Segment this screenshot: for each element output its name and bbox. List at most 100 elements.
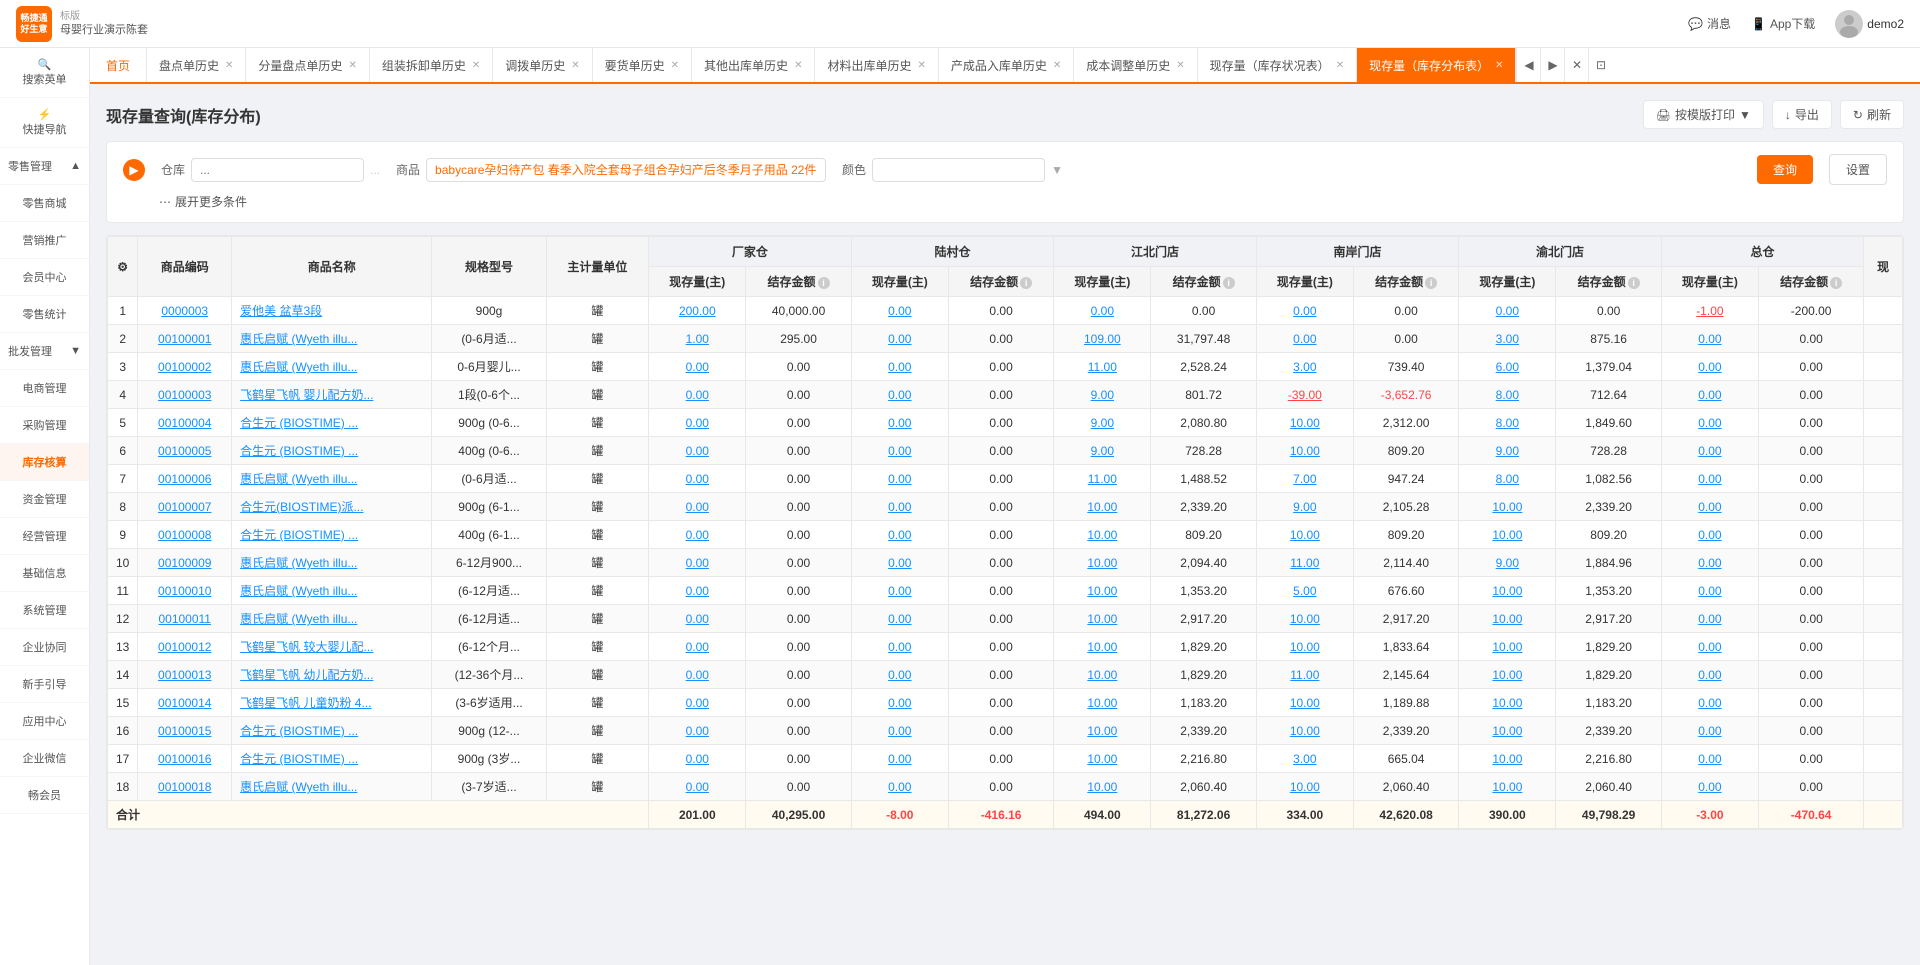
tab-assemble[interactable]: 组装拆卸单历史 ✕ — [370, 48, 493, 83]
row-code[interactable]: 00100009 — [138, 549, 232, 577]
goods-input[interactable] — [426, 158, 826, 182]
refresh-btn[interactable]: ↻ 刷新 — [1840, 100, 1904, 129]
sidebar-item-retail-mall[interactable]: 零售商城 — [0, 185, 89, 222]
row-f-qty[interactable]: 0.00 — [649, 633, 746, 661]
row-t-qty[interactable]: 0.00 — [1661, 633, 1758, 661]
row-l-qty[interactable]: 0.00 — [851, 297, 948, 325]
row-code[interactable]: 00100016 — [138, 745, 232, 773]
row-name[interactable]: 飞鹤星飞帆 婴儿配方奶... — [232, 381, 432, 409]
row-t-qty[interactable]: 0.00 — [1661, 549, 1758, 577]
row-n-qty[interactable]: 10.00 — [1256, 521, 1353, 549]
row-y-qty[interactable]: 8.00 — [1459, 465, 1556, 493]
row-f-qty[interactable]: 0.00 — [649, 521, 746, 549]
row-j-qty[interactable]: 0.00 — [1054, 297, 1151, 325]
message-btn[interactable]: 💬 消息 — [1688, 15, 1731, 32]
y-amt-info-icon[interactable]: i — [1628, 277, 1640, 289]
print-btn[interactable]: 🖨 按模版打印 ▼ — [1643, 100, 1764, 129]
sidebar-item-marketing[interactable]: 营销推广 — [0, 222, 89, 259]
row-j-qty[interactable]: 10.00 — [1054, 521, 1151, 549]
row-j-qty[interactable]: 10.00 — [1054, 661, 1151, 689]
row-l-qty[interactable]: 0.00 — [851, 409, 948, 437]
row-code[interactable]: 00100004 — [138, 409, 232, 437]
row-l-qty[interactable]: 0.00 — [851, 521, 948, 549]
row-n-qty[interactable]: 10.00 — [1256, 409, 1353, 437]
row-j-qty[interactable]: 10.00 — [1054, 745, 1151, 773]
export-btn[interactable]: ↓ 导出 — [1772, 100, 1832, 129]
row-t-qty[interactable]: 0.00 — [1661, 521, 1758, 549]
row-code[interactable]: 00100001 — [138, 325, 232, 353]
row-name[interactable]: 飞鹤星飞帆 较大婴儿配... — [232, 633, 432, 661]
row-l-qty[interactable]: 0.00 — [851, 437, 948, 465]
row-n-qty[interactable]: 0.00 — [1256, 325, 1353, 353]
row-t-qty[interactable]: 0.00 — [1661, 493, 1758, 521]
row-y-qty[interactable]: 10.00 — [1459, 605, 1556, 633]
row-y-qty[interactable]: 10.00 — [1459, 689, 1556, 717]
sidebar-item-appcenter[interactable]: 应用中心 — [0, 703, 89, 740]
row-l-qty[interactable]: 0.00 — [851, 353, 948, 381]
sidebar-item-wholesale[interactable]: 批发管理 ▼ — [0, 333, 89, 370]
row-j-qty[interactable]: 10.00 — [1054, 773, 1151, 801]
row-l-qty[interactable]: 0.00 — [851, 605, 948, 633]
row-j-qty[interactable]: 10.00 — [1054, 633, 1151, 661]
expand-toggle-btn[interactable]: ▶ — [123, 159, 145, 181]
row-j-qty[interactable]: 9.00 — [1054, 381, 1151, 409]
row-y-qty[interactable]: 10.00 — [1459, 745, 1556, 773]
row-y-qty[interactable]: 10.00 — [1459, 661, 1556, 689]
color-input[interactable] — [872, 158, 1045, 182]
row-f-qty[interactable]: 0.00 — [649, 605, 746, 633]
j-amt-info-icon[interactable]: i — [1223, 277, 1235, 289]
row-f-qty[interactable]: 0.00 — [649, 773, 746, 801]
row-code[interactable]: 00100015 — [138, 717, 232, 745]
tab-expand-btn[interactable]: ⊡ — [1588, 48, 1612, 83]
row-y-qty[interactable]: 8.00 — [1459, 409, 1556, 437]
row-t-qty[interactable]: 0.00 — [1661, 717, 1758, 745]
sidebar-item-basics[interactable]: 基础信息 — [0, 555, 89, 592]
row-y-qty[interactable]: 6.00 — [1459, 353, 1556, 381]
tab-close-8[interactable]: ✕ — [1053, 60, 1061, 71]
row-j-qty[interactable]: 11.00 — [1054, 353, 1151, 381]
row-f-qty[interactable]: 0.00 — [649, 437, 746, 465]
row-l-qty[interactable]: 0.00 — [851, 689, 948, 717]
row-t-qty[interactable]: 0.00 — [1661, 381, 1758, 409]
row-j-qty[interactable]: 9.00 — [1054, 409, 1151, 437]
row-n-qty[interactable]: 5.00 — [1256, 577, 1353, 605]
row-y-qty[interactable]: 9.00 — [1459, 437, 1556, 465]
tab-stock-dist[interactable]: 现存量（库存分布表） ✕ — [1357, 48, 1516, 83]
tab-cost-adjust[interactable]: 成本调整单历史 ✕ — [1074, 48, 1197, 83]
tab-stock-status[interactable]: 现存量（库存状况表） ✕ — [1198, 48, 1357, 83]
t-amt-info-icon[interactable]: i — [1830, 277, 1842, 289]
row-name[interactable]: 惠氏启赋 (Wyeth illu... — [232, 605, 432, 633]
row-code[interactable]: 0000003 — [138, 297, 232, 325]
sidebar-item-finance[interactable]: 资金管理 — [0, 481, 89, 518]
tab-material-out[interactable]: 材料出库单历史 ✕ — [815, 48, 938, 83]
row-name[interactable]: 合生元 (BIOSTIME) ... — [232, 437, 432, 465]
row-t-qty[interactable]: 0.00 — [1661, 605, 1758, 633]
row-n-qty[interactable]: 11.00 — [1256, 661, 1353, 689]
row-code[interactable]: 00100002 — [138, 353, 232, 381]
tab-close-11[interactable]: ✕ — [1495, 60, 1503, 71]
row-f-qty[interactable]: 1.00 — [649, 325, 746, 353]
row-f-qty[interactable]: 0.00 — [649, 493, 746, 521]
sidebar-item-collab[interactable]: 企业协同 — [0, 629, 89, 666]
row-name[interactable]: 惠氏启赋 (Wyeth illu... — [232, 577, 432, 605]
tab-close-5[interactable]: ✕ — [671, 60, 679, 71]
row-t-qty[interactable]: 0.00 — [1661, 353, 1758, 381]
tab-prev-btn[interactable]: ◀ — [1516, 48, 1540, 83]
row-n-qty[interactable]: 10.00 — [1256, 717, 1353, 745]
row-name[interactable]: 惠氏启赋 (Wyeth illu... — [232, 465, 432, 493]
row-f-qty[interactable]: 0.00 — [649, 409, 746, 437]
row-code[interactable]: 00100018 — [138, 773, 232, 801]
row-y-qty[interactable]: 10.00 — [1459, 773, 1556, 801]
row-t-qty[interactable]: 0.00 — [1661, 577, 1758, 605]
sidebar-item-wechat[interactable]: 企业微信 — [0, 740, 89, 777]
row-n-qty[interactable]: 10.00 — [1256, 605, 1353, 633]
row-f-qty[interactable]: 0.00 — [649, 717, 746, 745]
row-n-qty[interactable]: 3.00 — [1256, 745, 1353, 773]
row-name[interactable]: 飞鹤星飞帆 儿童奶粉 4... — [232, 689, 432, 717]
row-j-qty[interactable]: 9.00 — [1054, 437, 1151, 465]
row-f-qty[interactable]: 0.00 — [649, 381, 746, 409]
row-code[interactable]: 00100011 — [138, 605, 232, 633]
row-name[interactable]: 惠氏启赋 (Wyeth illu... — [232, 325, 432, 353]
row-y-qty[interactable]: 10.00 — [1459, 493, 1556, 521]
row-name[interactable]: 合生元 (BIOSTIME) ... — [232, 717, 432, 745]
